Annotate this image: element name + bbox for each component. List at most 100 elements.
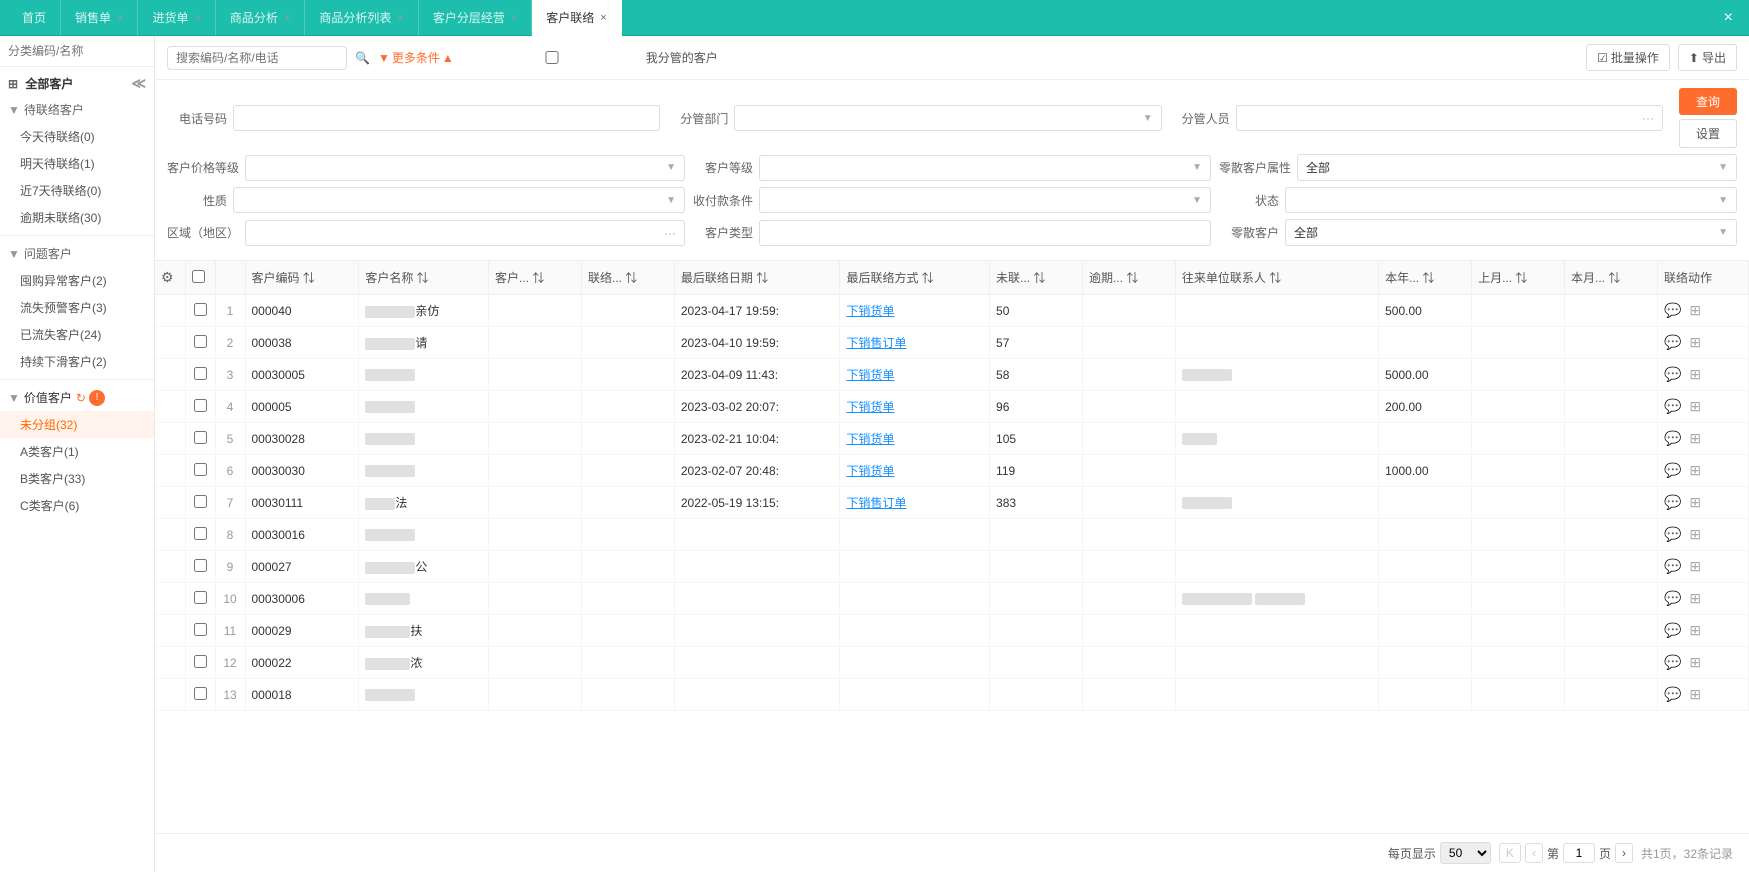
region-input[interactable]: ···: [245, 220, 685, 246]
customer-level-input[interactable]: ▼: [759, 155, 1211, 181]
more-conditions-button[interactable]: ▼ 更多条件 ▲: [378, 49, 454, 66]
row-last-method[interactable]: 下销售订单: [840, 487, 990, 519]
col-check[interactable]: [185, 261, 215, 295]
tab-purchase[interactable]: 进货单 ×: [138, 0, 215, 36]
col-name[interactable]: 客户名称 ⇅: [359, 261, 489, 295]
sidebar-item-class-c[interactable]: C类客户(6): [0, 492, 154, 519]
chat-icon[interactable]: 💬: [1664, 334, 1681, 351]
chat-icon[interactable]: 💬: [1664, 654, 1681, 671]
reset-button[interactable]: 设置: [1679, 119, 1737, 148]
select-all-checkbox[interactable]: [192, 270, 205, 283]
customer-type-input[interactable]: [759, 220, 1211, 246]
chat-icon[interactable]: 💬: [1664, 622, 1681, 639]
tab-customer-segment[interactable]: 客户分层经营 ×: [419, 0, 532, 36]
more-action-icon[interactable]: ⊞: [1689, 430, 1701, 447]
row-checkbox-cell[interactable]: [185, 359, 215, 391]
row-checkbox[interactable]: [194, 623, 207, 636]
more-action-icon[interactable]: ⊞: [1689, 558, 1701, 575]
sidebar-group-problem[interactable]: ▼ 问题客户: [0, 240, 154, 267]
row-last-method[interactable]: 下销售订单: [840, 327, 990, 359]
tab-product-analysis-list[interactable]: 商品分析列表 ×: [305, 0, 418, 36]
tab-home[interactable]: 首页: [8, 0, 61, 36]
row-checkbox-cell[interactable]: [185, 615, 215, 647]
more-action-icon[interactable]: ⊞: [1689, 526, 1701, 543]
more-action-icon[interactable]: ⊞: [1689, 622, 1701, 639]
sidebar-item-churned[interactable]: 已流失客户(24): [0, 321, 154, 348]
row-checkbox-cell[interactable]: [185, 455, 215, 487]
more-action-icon[interactable]: ⊞: [1689, 654, 1701, 671]
region-more[interactable]: ···: [664, 226, 676, 240]
batch-ops-button[interactable]: ☑ 批量操作: [1586, 44, 1670, 71]
sidebar-item-class-b[interactable]: B类客户(33): [0, 465, 154, 492]
row-checkbox[interactable]: [194, 431, 207, 444]
sidebar-group-value[interactable]: ▼ 价值客户 ↻ !: [0, 384, 154, 411]
row-checkbox[interactable]: [194, 463, 207, 476]
row-checkbox[interactable]: [194, 399, 207, 412]
chat-icon[interactable]: 💬: [1664, 686, 1681, 703]
sidebar-item-ungroup[interactable]: 未分组(32): [0, 411, 154, 438]
row-checkbox[interactable]: [194, 527, 207, 540]
more-action-icon[interactable]: ⊞: [1689, 398, 1701, 415]
sidebar-item-tomorrow-pending[interactable]: 明天待联络(1): [0, 150, 154, 177]
first-page-button[interactable]: K: [1499, 843, 1521, 863]
col-this-month[interactable]: 本月... ⇅: [1565, 261, 1658, 295]
row-checkbox[interactable]: [194, 559, 207, 572]
row-checkbox[interactable]: [194, 655, 207, 668]
col-no-contact[interactable]: 未联... ⇅: [990, 261, 1083, 295]
row-last-method[interactable]: 下销货单: [840, 295, 990, 327]
tab-close-purchase[interactable]: ×: [194, 12, 200, 24]
page-number-input[interactable]: [1563, 843, 1595, 863]
tab-sales[interactable]: 销售单 ×: [61, 0, 138, 36]
zero-retail-attr-input[interactable]: 全部 ▼: [1297, 154, 1737, 181]
chat-icon[interactable]: 💬: [1664, 590, 1681, 607]
sidebar-item-today-pending[interactable]: 今天待联络(0): [0, 123, 154, 150]
sidebar-item-7days-pending[interactable]: 近7天待联络(0): [0, 177, 154, 204]
row-checkbox-cell[interactable]: [185, 327, 215, 359]
col-unit-contact[interactable]: 往来单位联系人 ⇅: [1175, 261, 1378, 295]
row-last-method[interactable]: [840, 647, 990, 679]
my-customers-checkbox[interactable]: 我分管的客户: [462, 49, 718, 66]
chat-icon[interactable]: 💬: [1664, 302, 1681, 319]
row-checkbox[interactable]: [194, 687, 207, 700]
col-overdue[interactable]: 逾期... ⇅: [1082, 261, 1175, 295]
per-page-select[interactable]: 50 100 200: [1440, 842, 1491, 864]
row-last-method[interactable]: [840, 583, 990, 615]
my-customers-input[interactable]: [462, 51, 642, 64]
tab-close-product-analysis[interactable]: ×: [284, 12, 290, 24]
sidebar-item-abnormal[interactable]: 囤购异常客户(2): [0, 267, 154, 294]
more-action-icon[interactable]: ⊞: [1689, 590, 1701, 607]
row-checkbox-cell[interactable]: [185, 295, 215, 327]
row-last-method[interactable]: [840, 615, 990, 647]
col-contact[interactable]: 联络... ⇅: [581, 261, 674, 295]
sidebar-group-pending[interactable]: ▼ 待联络客户: [0, 96, 154, 123]
chat-icon[interactable]: 💬: [1664, 462, 1681, 479]
more-action-icon[interactable]: ⊞: [1689, 366, 1701, 383]
col-code[interactable]: 客户编码 ⇅: [245, 261, 359, 295]
more-action-icon[interactable]: ⊞: [1689, 302, 1701, 319]
more-action-icon[interactable]: ⊞: [1689, 462, 1701, 479]
row-last-method[interactable]: [840, 679, 990, 711]
row-checkbox[interactable]: [194, 303, 207, 316]
row-last-method[interactable]: [840, 519, 990, 551]
chat-icon[interactable]: 💬: [1664, 430, 1681, 447]
search-input[interactable]: [167, 46, 347, 70]
col-category[interactable]: 客户... ⇅: [489, 261, 582, 295]
row-last-method[interactable]: 下销货单: [840, 423, 990, 455]
tab-product-analysis[interactable]: 商品分析 ×: [216, 0, 305, 36]
row-checkbox[interactable]: [194, 367, 207, 380]
row-checkbox[interactable]: [194, 495, 207, 508]
nature-input[interactable]: ▼: [233, 187, 685, 213]
sidebar-item-declining[interactable]: 持续下滑客户(2): [0, 348, 154, 375]
row-checkbox-cell[interactable]: [185, 679, 215, 711]
row-last-method[interactable]: 下销货单: [840, 359, 990, 391]
col-this-year[interactable]: 本年... ⇅: [1379, 261, 1472, 295]
refresh-icon[interactable]: ↻: [76, 391, 86, 405]
row-checkbox[interactable]: [194, 335, 207, 348]
price-level-input[interactable]: ▼: [245, 155, 685, 181]
row-checkbox-cell[interactable]: [185, 391, 215, 423]
sidebar-search-input[interactable]: [8, 44, 155, 58]
export-button[interactable]: ⬆ 导出: [1678, 44, 1737, 71]
chat-icon[interactable]: 💬: [1664, 526, 1681, 543]
zero-retail-input[interactable]: 全部 ▼: [1285, 219, 1737, 246]
row-last-method[interactable]: 下销货单: [840, 391, 990, 423]
